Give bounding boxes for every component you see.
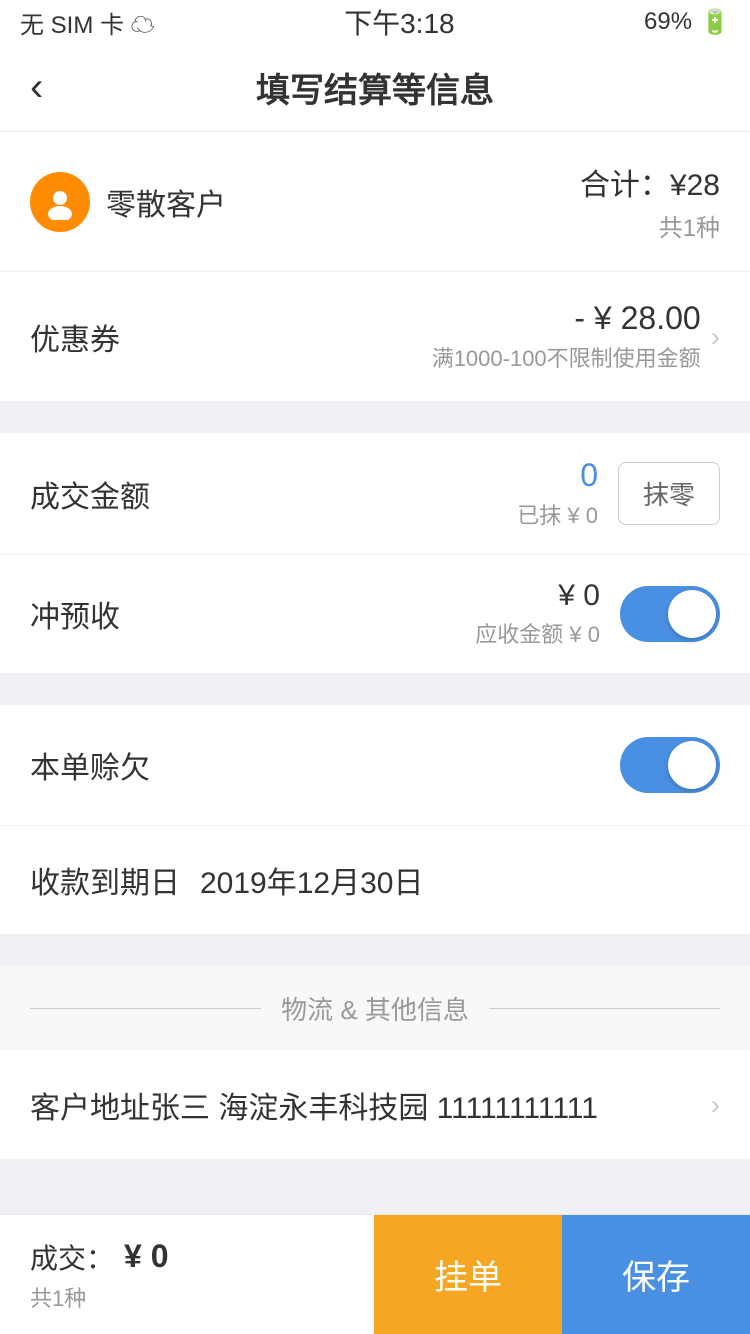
transaction-amount-area: 0 已抹 ¥ 0 bbox=[517, 457, 598, 530]
back-button[interactable]: ‹ bbox=[30, 65, 43, 110]
transaction-row: 成交金额 0 已抹 ¥ 0 抹零 bbox=[0, 433, 750, 555]
debt-section: 本单赊欠 收款到期日 2019年12月30日 bbox=[0, 705, 750, 934]
divider-3 bbox=[0, 950, 750, 966]
prepay-label: 冲预收 bbox=[30, 592, 120, 636]
transaction-sub: 已抹 ¥ 0 bbox=[517, 498, 598, 530]
toggle-knob bbox=[668, 590, 716, 638]
customer-name: 零散客户 bbox=[106, 180, 226, 224]
save-button[interactable]: 保存 bbox=[562, 1215, 750, 1334]
coupon-arrow-icon: › bbox=[711, 321, 720, 353]
battery-icon: 🔋 bbox=[700, 8, 730, 37]
total-count: 共1种 bbox=[580, 208, 720, 243]
address-arrow-icon: › bbox=[711, 1089, 720, 1121]
customer-right: 合计：¥28 共1种 bbox=[580, 160, 720, 243]
due-date-row[interactable]: 收款到期日 2019年12月30日 bbox=[0, 825, 750, 934]
coupon-row[interactable]: 优惠券 - ¥ 28.00 满1000-100不限制使用金额 › bbox=[0, 271, 750, 401]
bottom-count: 共1种 bbox=[30, 1281, 344, 1313]
customer-avatar bbox=[30, 172, 90, 232]
status-time: 下午3:18 bbox=[344, 2, 455, 42]
customer-left: 零散客户 bbox=[30, 172, 226, 232]
coupon-right: - ¥ 28.00 满1000-100不限制使用金额 › bbox=[432, 300, 720, 373]
transaction-label: 成交金额 bbox=[30, 472, 150, 516]
sim-status: 无 SIM 卡 ☁ bbox=[20, 5, 155, 40]
transaction-value[interactable]: 0 bbox=[517, 457, 598, 494]
battery-status: 69% bbox=[644, 8, 692, 36]
prepay-sub: 应收金额 ¥ 0 bbox=[475, 617, 600, 649]
divider-line-right bbox=[489, 1008, 720, 1009]
status-bar: 无 SIM 卡 ☁ 下午3:18 69% 🔋 bbox=[0, 0, 750, 44]
coupon-desc: 满1000-100不限制使用金额 bbox=[432, 341, 701, 373]
debt-toggle[interactable] bbox=[620, 737, 720, 793]
divider-2 bbox=[0, 689, 750, 705]
coupon-discount: - ¥ 28.00 bbox=[432, 300, 701, 337]
prepay-amounts: ¥ 0 应收金额 ¥ 0 bbox=[475, 579, 600, 649]
logistics-section: 物流 & 其他信息 客户地址 张三 海淀永丰科技园 11111111111 › bbox=[0, 966, 750, 1159]
coupon-label: 优惠券 bbox=[30, 315, 120, 359]
debt-toggle-knob bbox=[668, 741, 716, 789]
due-date-value: 2019年12月30日 bbox=[200, 858, 423, 902]
prepay-right: ¥ 0 应收金额 ¥ 0 bbox=[475, 579, 720, 649]
coupon-info: - ¥ 28.00 满1000-100不限制使用金额 bbox=[432, 300, 701, 373]
logistics-header: 物流 & 其他信息 bbox=[0, 966, 750, 1051]
status-left: 无 SIM 卡 ☁ bbox=[20, 5, 155, 40]
prepay-amount: ¥ 0 bbox=[475, 579, 600, 613]
customer-row: 零散客户 合计：¥28 共1种 bbox=[0, 132, 750, 271]
address-label: 客户地址 bbox=[30, 1083, 150, 1127]
transaction-right: 0 已抹 ¥ 0 抹零 bbox=[517, 457, 720, 530]
deal-label: 成交： bbox=[30, 1237, 114, 1277]
round-zero-button[interactable]: 抹零 bbox=[618, 462, 720, 525]
debt-row: 本单赊欠 bbox=[0, 705, 750, 825]
address-row[interactable]: 客户地址 张三 海淀永丰科技园 11111111111 › bbox=[0, 1051, 750, 1159]
address-value: 张三 海淀永丰科技园 11111111111 bbox=[150, 1083, 711, 1127]
bottom-bar: 成交： ¥ 0 共1种 挂单 保存 bbox=[0, 1214, 750, 1334]
bottom-summary: 成交： ¥ 0 共1种 bbox=[0, 1237, 374, 1313]
debt-label: 本单赊欠 bbox=[30, 743, 150, 787]
nav-bar: ‹ 填写结算等信息 bbox=[0, 44, 750, 132]
customer-section: 零散客户 合计：¥28 共1种 优惠券 - ¥ 28.00 满1000-100不… bbox=[0, 132, 750, 401]
due-date-label: 收款到期日 bbox=[30, 858, 180, 902]
divider-line-left bbox=[30, 1008, 261, 1009]
deal-amount: ¥ 0 bbox=[124, 1238, 168, 1275]
logistics-title: 物流 & 其他信息 bbox=[261, 990, 489, 1027]
prepay-row: 冲预收 ¥ 0 应收金额 ¥ 0 bbox=[0, 555, 750, 673]
divider-1 bbox=[0, 417, 750, 433]
status-right: 69% 🔋 bbox=[644, 8, 730, 37]
transaction-section: 成交金额 0 已抹 ¥ 0 抹零 冲预收 ¥ 0 应收金额 ¥ 0 bbox=[0, 433, 750, 673]
bottom-deal: 成交： ¥ 0 bbox=[30, 1237, 344, 1277]
total-amount: 合计：¥28 bbox=[580, 160, 720, 204]
page-title: 填写结算等信息 bbox=[256, 63, 494, 112]
pending-button[interactable]: 挂单 bbox=[374, 1215, 562, 1334]
prepay-toggle[interactable] bbox=[620, 586, 720, 642]
